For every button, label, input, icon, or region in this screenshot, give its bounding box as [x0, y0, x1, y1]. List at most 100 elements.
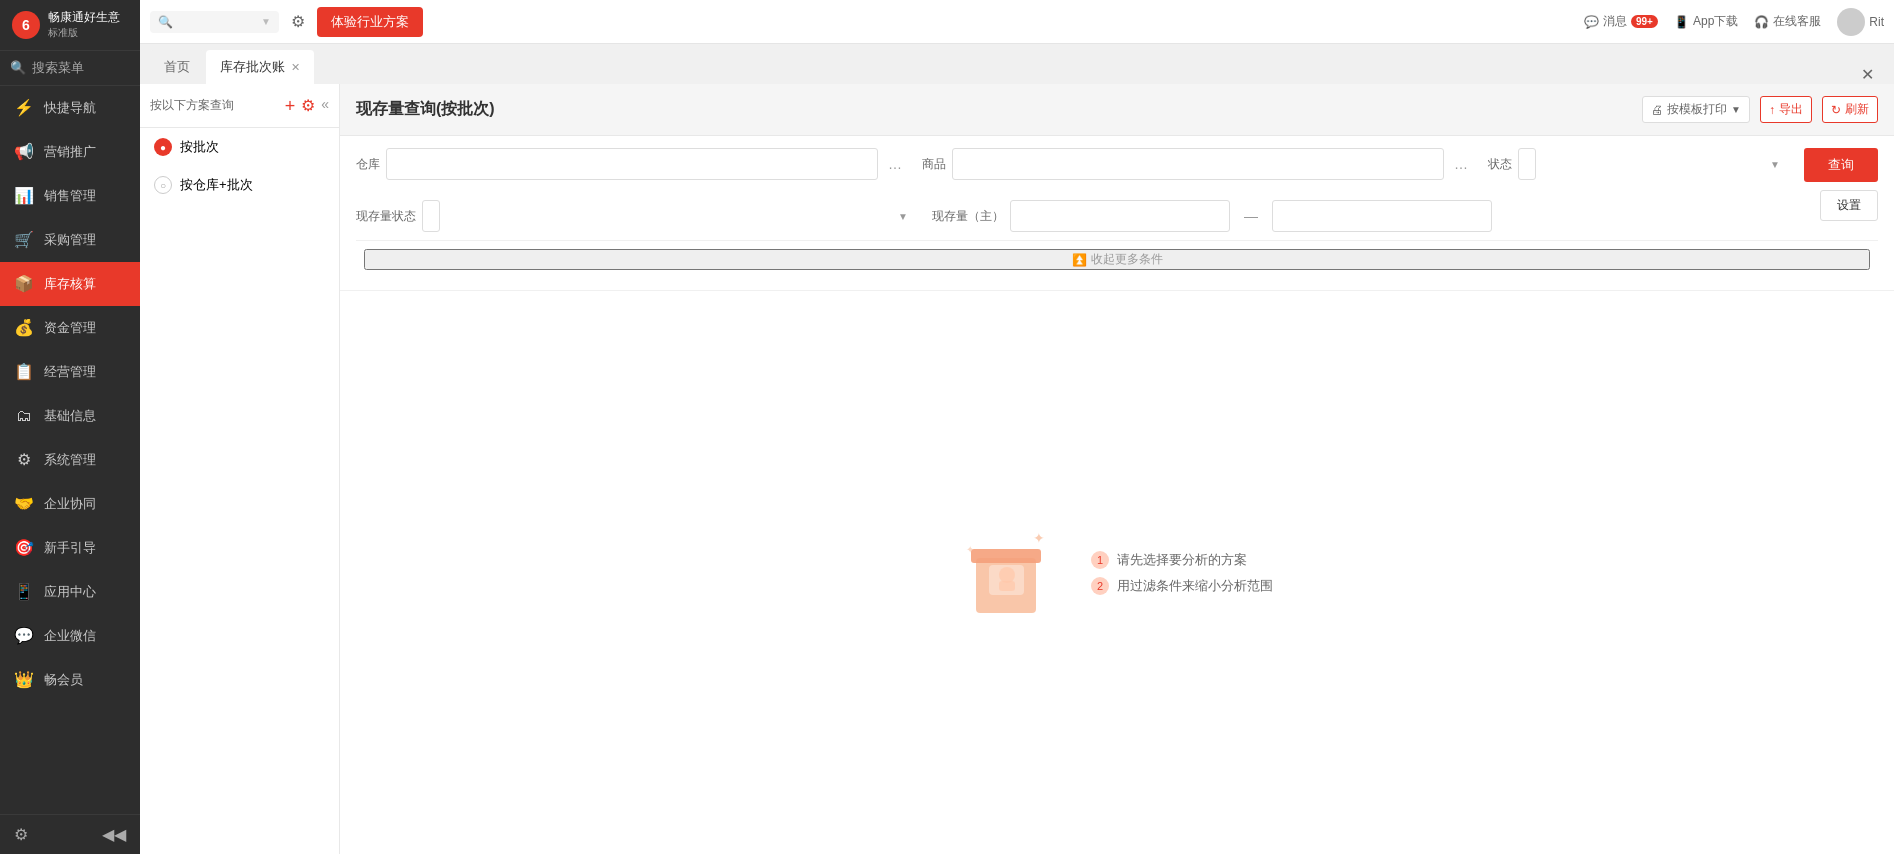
app-download-item[interactable]: 📱 App下载 — [1674, 13, 1738, 30]
topbar-search-input[interactable] — [177, 15, 257, 29]
sidebar-item-apps[interactable]: 📱 应用中心 — [0, 570, 140, 614]
quick-nav-icon: ⚡ — [14, 98, 34, 118]
topbar: 🔍 ▼ ⚙ 体验行业方案 💬 消息 99+ 📱 App下载 🎧 在线客服 R — [140, 0, 1894, 44]
step-1-text: 请先选择要分析的方案 — [1117, 551, 1247, 569]
filter-row-2: 现存量状态 现存量（主） — — [356, 200, 1788, 232]
status-select[interactable] — [1518, 148, 1536, 180]
sidebar-label-finance: 资金管理 — [44, 319, 96, 337]
svg-rect-1 — [971, 549, 1041, 563]
step-2-number: 2 — [1091, 577, 1109, 595]
messages-badge: 99+ — [1631, 15, 1658, 28]
chevron-up-icon: ⏫ — [1072, 253, 1087, 267]
warehouse-input[interactable] — [386, 148, 878, 180]
sidebar-label-purchase: 采购管理 — [44, 231, 96, 249]
sidebar-item-marketing[interactable]: 📢 营销推广 — [0, 130, 140, 174]
print-dropdown-icon[interactable]: ▼ — [1731, 104, 1741, 115]
company-name: 畅康通好生意 — [48, 10, 120, 26]
print-template-button[interactable]: 🖨 按模板打印 ▼ — [1642, 96, 1750, 123]
sidebar-item-newbie[interactable]: 🎯 新手引导 — [0, 526, 140, 570]
step-1-number: 1 — [1091, 551, 1109, 569]
tab-close-icon[interactable]: ✕ — [291, 62, 300, 73]
sidebar-item-enterprise[interactable]: 🤝 企业协同 — [0, 482, 140, 526]
left-panel-header: 按以下方案查询 + ⚙ « — [140, 84, 339, 128]
sidebar-item-quick-nav[interactable]: ⚡ 快捷导航 — [0, 86, 140, 130]
schema-settings-icon[interactable]: ⚙ — [301, 96, 315, 115]
sidebar-item-wechat[interactable]: 💬 企业微信 — [0, 614, 140, 658]
sidebar-label-member: 畅会员 — [44, 671, 83, 689]
topbar-right: 💬 消息 99+ 📱 App下载 🎧 在线客服 Rit — [1584, 8, 1884, 36]
query-button[interactable]: 查询 — [1804, 148, 1878, 182]
warehouse-dots-button[interactable]: … — [884, 156, 906, 172]
export-button[interactable]: ↑ 导出 — [1760, 96, 1812, 123]
main-area: 🔍 ▼ ⚙ 体验行业方案 💬 消息 99+ 📱 App下载 🎧 在线客服 R — [140, 0, 1894, 854]
sidebar-item-inventory[interactable]: 📦 库存核算 — [0, 262, 140, 306]
product-dots-button[interactable]: … — [1450, 156, 1472, 172]
filter-settings-button[interactable]: 设置 — [1820, 190, 1878, 221]
topbar-search-icon: 🔍 — [158, 15, 173, 29]
online-service-item[interactable]: 🎧 在线客服 — [1754, 13, 1821, 30]
schema-by-batch-label: 按批次 — [180, 138, 219, 156]
trial-button[interactable]: 体验行业方案 — [317, 7, 423, 37]
sidebar-item-purchase[interactable]: 🛒 采购管理 — [0, 218, 140, 262]
sidebar-item-system[interactable]: ⚙ 系统管理 — [0, 438, 140, 482]
product-filter: 商品 … — [922, 148, 1472, 180]
sidebar-label-marketing: 营销推广 — [44, 143, 96, 161]
warehouse-filter: 仓库 … — [356, 148, 906, 180]
product-input[interactable] — [952, 148, 1444, 180]
schema-by-batch[interactable]: ● 按批次 — [140, 128, 339, 166]
messages-item[interactable]: 💬 消息 99+ — [1584, 13, 1658, 30]
collapse-label: 收起更多条件 — [1091, 251, 1163, 268]
sidebar-label-wechat: 企业微信 — [44, 627, 96, 645]
topbar-gear-icon[interactable]: ⚙ — [287, 8, 309, 35]
topbar-dropdown-icon[interactable]: ▼ — [261, 16, 271, 27]
printer-icon: 🖨 — [1651, 103, 1663, 117]
settings-icon[interactable]: ⚙ — [14, 825, 28, 844]
purchase-icon: 🛒 — [14, 230, 34, 250]
tab-inventory-batch-label: 库存批次账 — [220, 58, 285, 76]
add-schema-button[interactable]: + — [285, 96, 296, 115]
avatar — [1837, 8, 1865, 36]
collapse-conditions-button[interactable]: ⏫ 收起更多条件 — [364, 249, 1870, 270]
topbar-search-area[interactable]: 🔍 ▼ — [150, 11, 279, 33]
online-service-label: 在线客服 — [1773, 13, 1821, 30]
export-icon: ↑ — [1769, 103, 1775, 117]
collapse-sidebar-icon[interactable]: ◀◀ — [102, 825, 126, 844]
page-title: 现存量查询(按批次) — [356, 99, 495, 120]
inventory-icon: 📦 — [14, 274, 34, 294]
collapse-panel-icon[interactable]: « — [321, 96, 329, 115]
inventory-qty-max-input[interactable] — [1272, 200, 1492, 232]
sidebar-label-quick-nav: 快捷导航 — [44, 99, 96, 117]
sidebar-item-sales[interactable]: 📊 销售管理 — [0, 174, 140, 218]
tab-inventory-batch[interactable]: 库存批次账 ✕ — [206, 50, 314, 84]
sidebar-item-basics[interactable]: 🗂 基础信息 — [0, 394, 140, 438]
empty-step-1: 1 请先选择要分析的方案 — [1091, 551, 1273, 569]
sidebar-search[interactable]: 🔍 搜索菜单 — [0, 51, 140, 86]
tab-panel-close-icon[interactable]: ✕ — [1851, 65, 1884, 84]
left-panel-title: 按以下方案查询 — [150, 97, 234, 114]
sidebar-label-inventory: 库存核算 — [44, 275, 96, 293]
marketing-icon: 📢 — [14, 142, 34, 162]
sidebar-item-finance[interactable]: 💰 资金管理 — [0, 306, 140, 350]
left-panel: 按以下方案查询 + ⚙ « ● 按批次 ○ 按仓库+批次 — [140, 84, 340, 854]
newbie-icon: 🎯 — [14, 538, 34, 558]
search-icon: 🔍 — [10, 60, 26, 75]
empty-box-svg: ✦ ✦ — [961, 523, 1061, 623]
sidebar-label-operations: 经营管理 — [44, 363, 96, 381]
system-icon: ⚙ — [14, 450, 34, 470]
print-template-label: 按模板打印 — [1667, 101, 1727, 118]
svg-text:✦: ✦ — [1033, 530, 1045, 546]
svg-text:✦: ✦ — [966, 544, 974, 555]
sidebar-item-operations[interactable]: 📋 经营管理 — [0, 350, 140, 394]
app-download-label: App下载 — [1693, 13, 1738, 30]
tab-home[interactable]: 首页 — [150, 50, 204, 84]
inventory-status-select[interactable] — [422, 200, 440, 232]
inventory-qty-min-input[interactable] — [1010, 200, 1230, 232]
sidebar-menu: ⚡ 快捷导航 📢 营销推广 📊 销售管理 🛒 采购管理 📦 库存核算 💰 资金管… — [0, 86, 140, 814]
sidebar-item-member[interactable]: 👑 畅会员 — [0, 658, 140, 702]
user-profile[interactable]: Rit — [1837, 8, 1884, 36]
sales-icon: 📊 — [14, 186, 34, 206]
schema-by-warehouse-batch[interactable]: ○ 按仓库+批次 — [140, 166, 339, 204]
warehouse-label: 仓库 — [356, 156, 380, 173]
status-select-wrapper — [1518, 148, 1788, 180]
refresh-button[interactable]: ↻ 刷新 — [1822, 96, 1878, 123]
